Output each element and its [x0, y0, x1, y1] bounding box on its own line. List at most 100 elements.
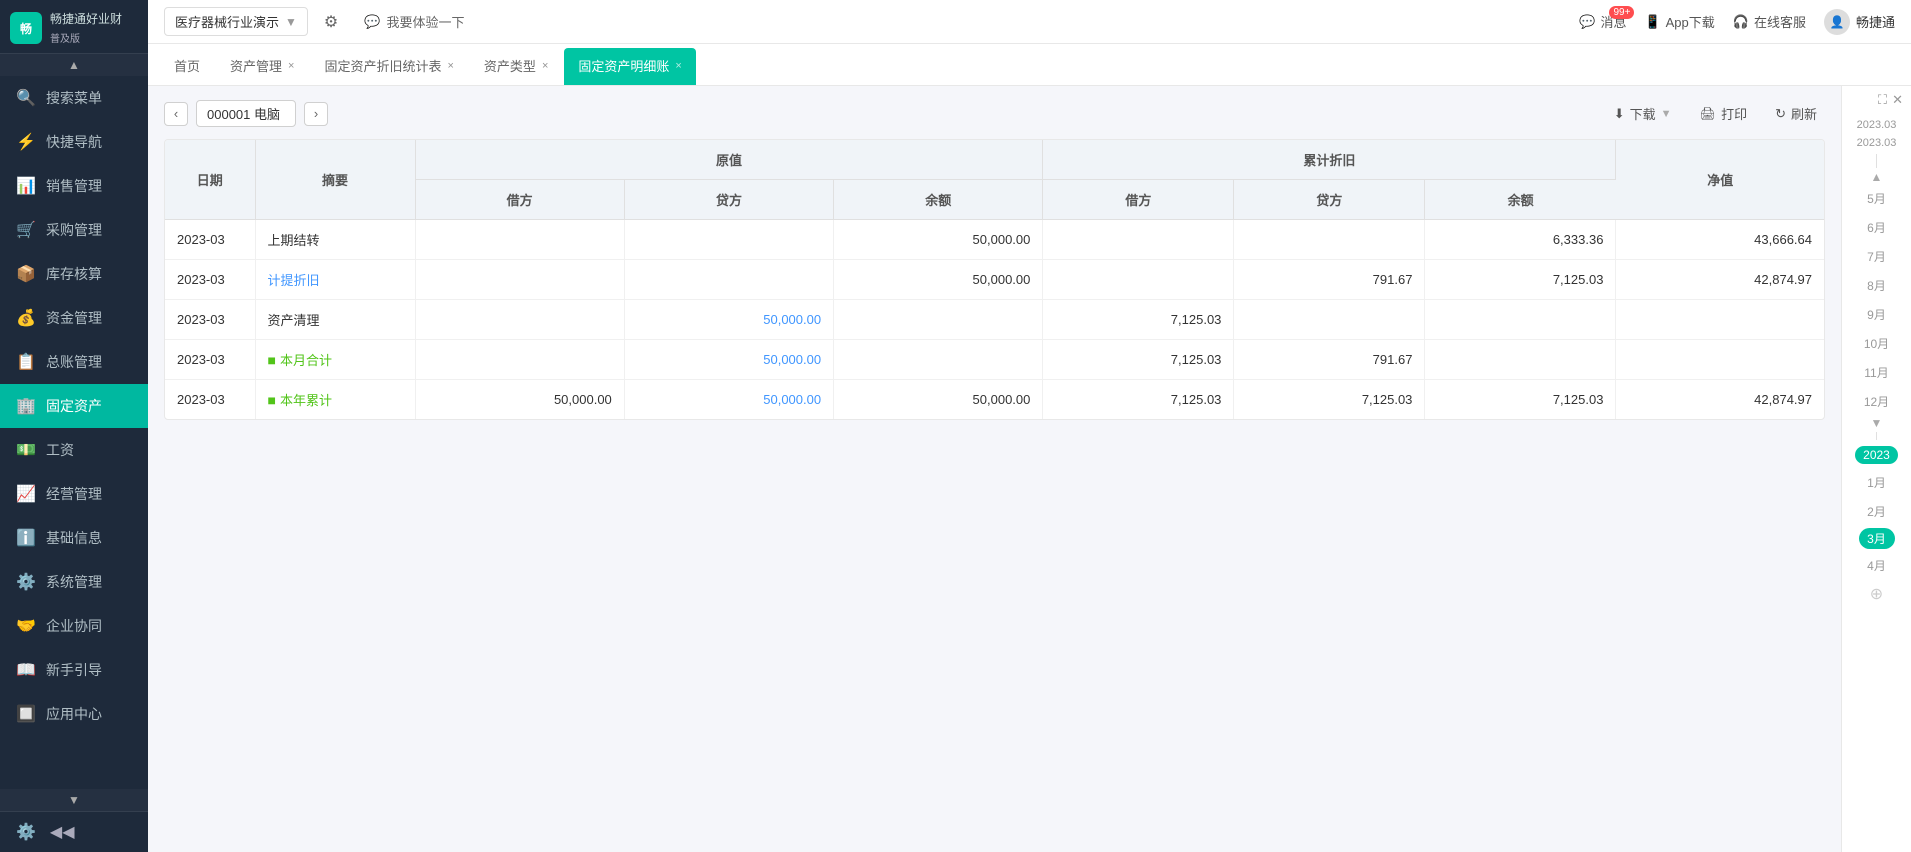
timeline-month-2[interactable]: 2月 [1842, 497, 1911, 526]
timeline-active-month[interactable]: 3月 [1859, 528, 1895, 549]
collapse-sidebar-icon[interactable]: ◀◀ [50, 822, 75, 842]
inventory-icon: 📦 [16, 264, 36, 284]
timeline-month-11[interactable]: 11月 [1842, 358, 1911, 387]
sidebar-item-system[interactable]: ⚙️ 系统管理 [0, 560, 148, 604]
tab-depreciation-label: 固定资产折旧统计表 [324, 56, 441, 75]
timeline-month-7[interactable]: 7月 [1842, 242, 1911, 271]
timeline-close-icon[interactable]: ✕ [1892, 92, 1903, 108]
timeline-month-10[interactable]: 10月 [1842, 329, 1911, 358]
system-icon: ⚙️ [16, 572, 36, 592]
sidebar-scroll-up[interactable]: ▲ [68, 58, 80, 72]
sidebar-item-inventory[interactable]: 📦 库存核算 [0, 252, 148, 296]
sidebar-logo: 畅 畅捷通好业财 普及版 [0, 0, 148, 54]
sidebar-item-label: 快捷导航 [46, 132, 102, 152]
cell-orig-credit [624, 260, 833, 300]
sidebar-item-sales[interactable]: 📊 销售管理 [0, 164, 148, 208]
sidebar-item-business[interactable]: 📈 经营管理 [0, 472, 148, 516]
tab-detail[interactable]: 固定资产明细账 × [564, 48, 695, 85]
app-subtitle: 普及版 [50, 30, 122, 45]
print-button[interactable]: 🖨 打印 [1692, 100, 1756, 127]
tab-assettype-close[interactable]: × [542, 60, 548, 72]
sidebar-item-quicknav[interactable]: ⚡ 快捷导航 [0, 120, 148, 164]
sidebar-item-search[interactable]: 🔍 搜索菜单 [0, 76, 148, 120]
settings-icon[interactable]: ⚙️ [16, 822, 36, 842]
timeline-bottom-arrow[interactable]: ⊕ [1870, 584, 1883, 604]
asset-prev-button[interactable]: ‹ [164, 102, 188, 126]
tab-assettype[interactable]: 资产类型 × [470, 48, 562, 85]
app-download-action[interactable]: 📱 App下载 [1644, 12, 1714, 31]
timeline-month-1[interactable]: 1月 [1842, 468, 1911, 497]
refresh-button[interactable]: ↻ 刷新 [1767, 100, 1825, 127]
sidebar-item-fixedasset[interactable]: 🏢 固定资产 [0, 384, 148, 428]
sidebar-item-basic[interactable]: ℹ️ 基础信息 [0, 516, 148, 560]
timeline-month-12[interactable]: 12月 [1842, 387, 1911, 416]
sidebar-item-guide[interactable]: 📖 新手引导 [0, 648, 148, 692]
online-service-action[interactable]: 🎧 在线客服 [1733, 12, 1806, 31]
user-profile[interactable]: 👤 畅捷通 [1824, 9, 1895, 35]
download-label: 下载 [1630, 104, 1656, 123]
cell-date: 2023-03 [165, 380, 255, 420]
col-summary: 摘要 [255, 140, 415, 220]
timeline-up-arrow[interactable]: ▲ [1871, 170, 1883, 184]
sidebar-item-purchase[interactable]: 🛒 采购管理 [0, 208, 148, 252]
search-icon: 🔍 [16, 88, 36, 108]
timeline-month-8[interactable]: 8月 [1842, 271, 1911, 300]
cell-orig-credit [624, 220, 833, 260]
timeline-month-5[interactable]: 5月 [1842, 184, 1911, 213]
sidebar-scroll-down[interactable]: ▼ [68, 793, 80, 807]
company-selector[interactable]: 医疗器械行业演示 ▼ [164, 7, 308, 36]
tab-assetmgmt[interactable]: 资产管理 × [216, 48, 308, 85]
tab-depreciation[interactable]: 固定资产折旧统计表 × [310, 48, 467, 85]
timeline-expand-icon[interactable]: ⛶ [1878, 92, 1887, 108]
timeline-month-9[interactable]: 9月 [1842, 300, 1911, 329]
messages-icon: 💬 [1579, 14, 1595, 30]
cell-acc-balance [1425, 340, 1616, 380]
cell-summary: 上期结转 [255, 220, 415, 260]
messages-badge: 99+ [1609, 6, 1634, 19]
tab-home[interactable]: 首页 [160, 48, 214, 85]
experience-button[interactable]: 💬 我要体验一下 [354, 8, 474, 35]
timeline-month-6[interactable]: 6月 [1842, 213, 1911, 242]
cell-orig-credit: 50,000.00 [624, 380, 833, 420]
download-button[interactable]: ⬇ 下载 ▼ [1606, 100, 1680, 127]
tab-depreciation-close[interactable]: × [447, 60, 453, 72]
cell-orig-debit: 50,000.00 [415, 380, 624, 420]
sidebar-item-enterprise[interactable]: 🤝 企业协同 [0, 604, 148, 648]
cell-orig-balance: 50,000.00 [834, 380, 1043, 420]
sidebar-item-label: 系统管理 [46, 572, 102, 592]
cell-orig-balance [834, 340, 1043, 380]
app-logo-icon: 畅 [10, 12, 42, 44]
col-net-value: 净值 [1616, 140, 1824, 220]
messages-action[interactable]: 💬 消息 99+ [1579, 12, 1626, 31]
tab-assetmgmt-close[interactable]: × [288, 60, 294, 72]
sidebar-item-label: 总账管理 [46, 352, 102, 372]
asset-nav-bar: ‹ 000001 电脑 › ⬇ 下载 ▼ 🖨 打印 [164, 100, 1825, 127]
col-accumulated-dep-group: 累计折旧 [1043, 140, 1616, 180]
sidebar-item-label: 资金管理 [46, 308, 102, 328]
toolbar-right: ⬇ 下载 ▼ 🖨 打印 ↻ 刷新 [1606, 100, 1825, 127]
table-row: 2023-03 ■本年累计 50,000.00 50,000.00 50,000… [165, 380, 1824, 420]
sidebar-item-label: 基础信息 [46, 528, 102, 548]
month-badge: ■本年累计 [268, 390, 332, 409]
table-row: 2023-03 ■本月合计 50,000.00 7,125.03 791.67 [165, 340, 1824, 380]
sidebar-item-payroll[interactable]: 💵 工资 [0, 428, 148, 472]
cell-acc-credit [1234, 300, 1425, 340]
sidebar-item-ledger[interactable]: 📋 总账管理 [0, 340, 148, 384]
col-acc-debit: 借方 [1043, 180, 1234, 220]
tab-detail-close[interactable]: × [675, 60, 681, 72]
company-name: 医疗器械行业演示 [175, 12, 279, 31]
refresh-label: 刷新 [1791, 104, 1817, 123]
cell-date: 2023-03 [165, 340, 255, 380]
asset-next-button[interactable]: › [304, 102, 328, 126]
cell-orig-debit [415, 220, 624, 260]
topbar-settings-icon[interactable]: ⚙ [320, 8, 342, 36]
sidebar-item-finance[interactable]: 💰 资金管理 [0, 296, 148, 340]
tab-detail-label: 固定资产明细账 [578, 56, 669, 75]
timeline-month-4[interactable]: 4月 [1842, 551, 1911, 580]
col-date: 日期 [165, 140, 255, 220]
user-avatar: 👤 [1824, 9, 1850, 35]
user-name: 畅捷通 [1856, 12, 1895, 31]
timeline-down-arrow[interactable]: ▼ [1871, 416, 1883, 430]
month-badge: ■本月合计 [268, 350, 332, 369]
sidebar-item-appcenter[interactable]: 🔲 应用中心 [0, 692, 148, 736]
